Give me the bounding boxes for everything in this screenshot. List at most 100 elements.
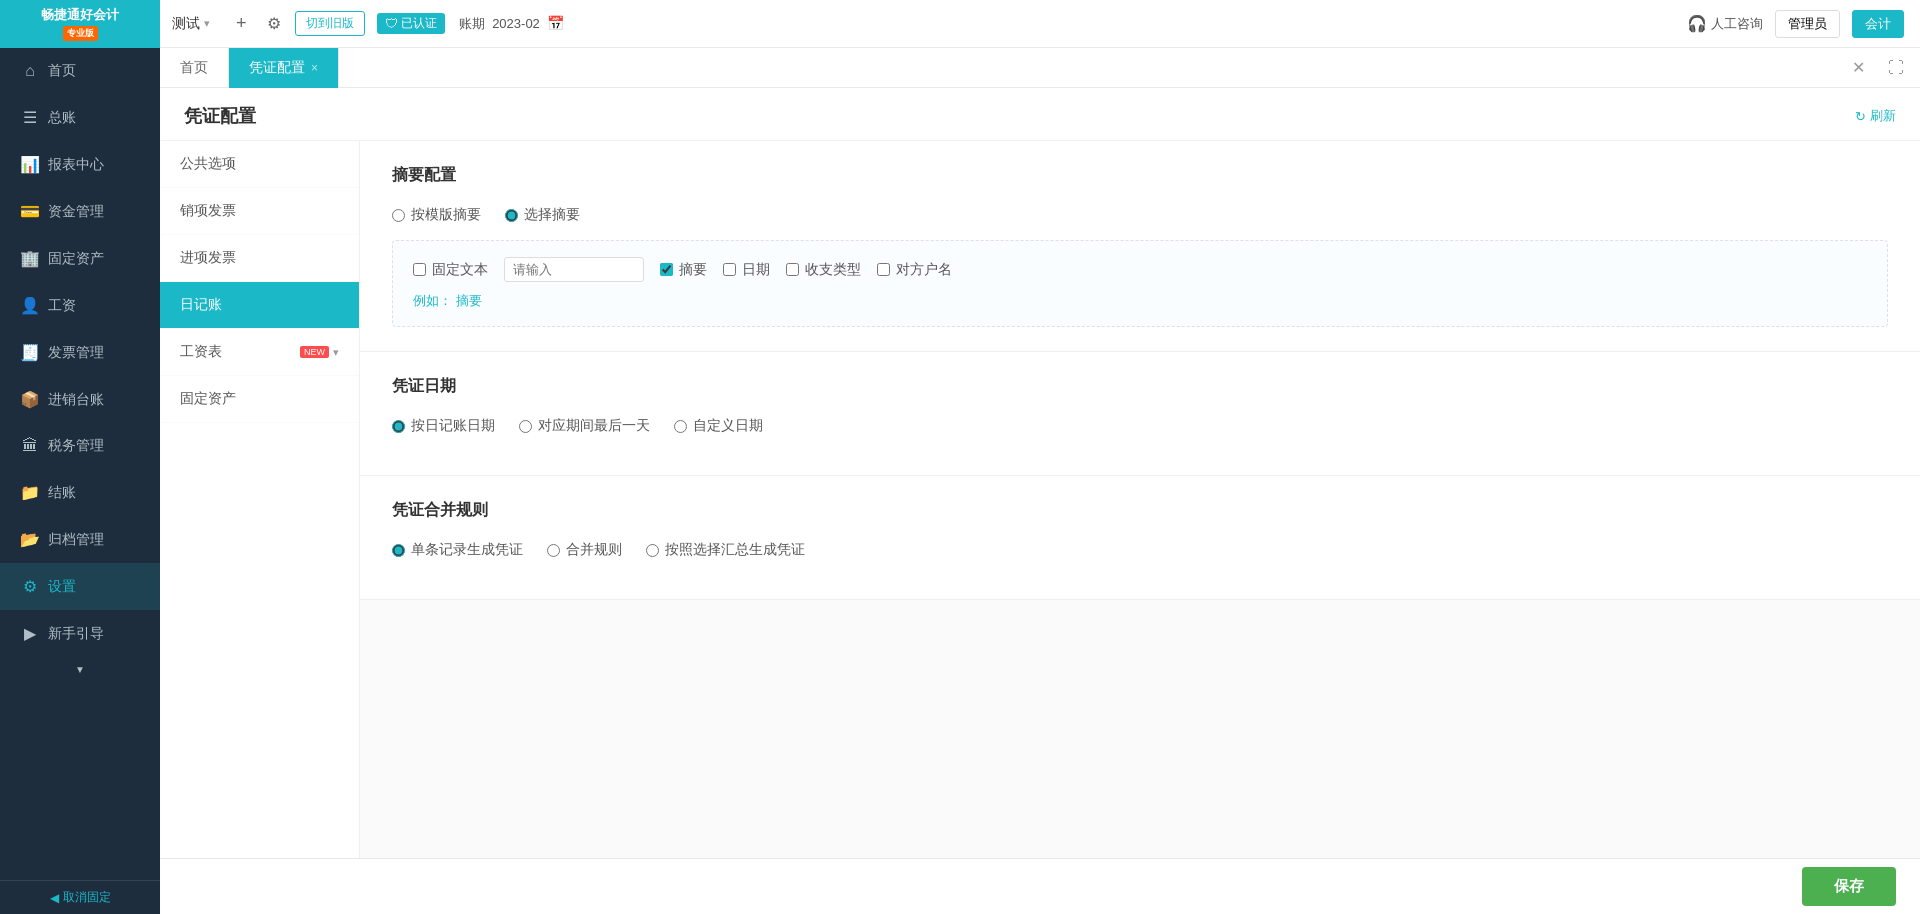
sidebar-scroll-down[interactable]: ▼ [0,657,160,681]
fixed-text-checkbox[interactable] [413,263,426,276]
save-button[interactable]: 保存 [1802,867,1896,906]
pin-sidebar-button[interactable]: ◀ 取消固定 [0,880,160,914]
journal-date-option[interactable]: 按日记账日期 [392,417,495,435]
custom-date-option[interactable]: 自定义日期 [674,417,763,435]
journal-date-radio[interactable] [392,420,405,433]
sidebar-item-guide[interactable]: ▶ 新手引导 [0,610,160,657]
summary-title: 摘要配置 [392,165,1888,186]
tab-home-label: 首页 [180,59,208,77]
sidebar-item-sales[interactable]: 📦 进销台账 [0,376,160,423]
bottom-bar: 保存 [160,858,1920,914]
counterparty-check-span: 对方户名 [896,261,952,279]
page-content: 凭证配置 ↻ 刷新 公共选项 销项发票 进项发票 日记账 工资表 [160,88,1920,858]
refresh-button[interactable]: ↻ 刷新 [1855,107,1896,125]
close-panel-button[interactable]: ✕ [1842,52,1874,84]
paytype-checkbox[interactable] [786,263,799,276]
sidebar-label-report: 报表中心 [48,156,104,174]
add-button[interactable]: + [230,9,253,38]
left-nav: 公共选项 销项发票 进项发票 日记账 工资表 NEW ▾ 固定资产 [160,141,360,858]
settings-icon[interactable]: ⚙ [261,10,287,37]
tab-home[interactable]: 首页 [160,48,229,88]
fixed-asset-icon: 🏢 [20,249,40,268]
tab-close-icon[interactable]: × [311,61,318,75]
tab-voucher-config[interactable]: 凭证配置 × [229,48,339,88]
tab-active-label: 凭证配置 [249,59,305,77]
company-selector[interactable]: 测试 ▾ [172,15,210,33]
single-record-label: 单条记录生成凭证 [411,541,523,559]
sidebar-item-invoice[interactable]: 🧾 发票管理 [0,329,160,376]
calendar-icon[interactable]: 📅 [547,15,564,31]
period-label: 账期 2023-02 📅 [459,15,565,33]
sidebar-label-closing: 结账 [48,484,76,502]
left-nav-fixed-assets[interactable]: 固定资产 [160,376,359,423]
consult-button[interactable]: 🎧 人工咨询 [1687,14,1763,33]
sidebar-label-capital: 资金管理 [48,203,104,221]
summary-check-label[interactable]: 摘要 [660,261,707,279]
sidebar-item-settings[interactable]: ⚙ 设置 [0,563,160,610]
select-merge-radio[interactable] [646,544,659,557]
single-record-option[interactable]: 单条记录生成凭证 [392,541,523,559]
page-title: 凭证配置 [184,104,256,128]
custom-date-radio[interactable] [674,420,687,433]
sidebar-label-archive: 归档管理 [48,531,104,549]
sidebar-label-home: 首页 [48,62,76,80]
fixed-text-check-label[interactable]: 固定文本 [413,261,488,279]
top-right-area: 🎧 人工咨询 管理员 会计 [1687,10,1904,38]
period-last-radio[interactable] [519,420,532,433]
date-checkbox[interactable] [723,263,736,276]
logo-edition: 专业版 [63,26,98,41]
sidebar-item-report[interactable]: 📊 报表中心 [0,141,160,188]
sidebar-item-fixed-asset[interactable]: 🏢 固定资产 [0,235,160,282]
capital-icon: 💳 [20,202,40,221]
expand-panel-button[interactable]: ⛶ [1880,52,1912,84]
select-summary-option[interactable]: 选择摘要 [505,206,580,224]
accountant-button[interactable]: 会计 [1852,10,1904,38]
period-last-option[interactable]: 对应期间最后一天 [519,417,650,435]
summary-check-span: 摘要 [679,261,707,279]
page-header: 凭证配置 ↻ 刷新 [160,88,1920,141]
tab-controls: ✕ ⛶ [1842,52,1920,84]
sidebar-item-archive[interactable]: 📂 归档管理 [0,516,160,563]
counterparty-checkbox[interactable] [877,263,890,276]
switch-version-button[interactable]: 切到旧版 [295,11,365,36]
fixed-text-input[interactable] [504,257,644,282]
content-area: 首页 凭证配置 × ✕ ⛶ 凭证配置 ↻ 刷新 [160,48,1920,914]
sidebar-item-home[interactable]: ⌂ 首页 [0,48,160,94]
sidebar-item-salary[interactable]: 👤 工资 [0,282,160,329]
summary-checkbox[interactable] [660,263,673,276]
summary-detail-row: 固定文本 摘要 日期 [413,257,1867,282]
date-title: 凭证日期 [392,376,1888,397]
merge-radio-group: 单条记录生成凭证 合并规则 按照选择汇总生成凭证 [392,541,1888,559]
left-nav-purchase-invoice[interactable]: 进项发票 [160,235,359,282]
sidebar-item-capital[interactable]: 💳 资金管理 [0,188,160,235]
sidebar-item-ledger[interactable]: ☰ 总账 [0,94,160,141]
date-section: 凭证日期 按日记账日期 对应期间最后一天 [360,352,1920,476]
sidebar-label-invoice: 发票管理 [48,344,104,362]
merge-rule-radio[interactable] [547,544,560,557]
left-nav-public[interactable]: 公共选项 [160,141,359,188]
date-check-label[interactable]: 日期 [723,261,770,279]
select-merge-option[interactable]: 按照选择汇总生成凭证 [646,541,805,559]
select-summary-radio[interactable] [505,209,518,222]
verified-label: 已认证 [401,15,437,32]
template-summary-radio[interactable] [392,209,405,222]
counterparty-check-label[interactable]: 对方户名 [877,261,952,279]
admin-button[interactable]: 管理员 [1775,10,1840,38]
template-summary-option[interactable]: 按模版摘要 [392,206,481,224]
headset-icon: 🎧 [1687,14,1707,33]
sales-icon: 📦 [20,390,40,409]
single-record-radio[interactable] [392,544,405,557]
left-nav-payroll[interactable]: 工资表 NEW ▾ [160,329,359,376]
paytype-check-label[interactable]: 收支类型 [786,261,861,279]
merge-rule-option[interactable]: 合并规则 [547,541,622,559]
left-nav-sales-invoice[interactable]: 销项发票 [160,188,359,235]
scroll-down-icon: ▼ [75,664,85,675]
left-nav-journal[interactable]: 日记账 [160,282,359,329]
period-last-label: 对应期间最后一天 [538,417,650,435]
report-icon: 📊 [20,155,40,174]
verified-badge: 🛡 已认证 账期 2023-02 📅 [377,13,565,34]
sidebar-item-tax[interactable]: 🏛 税务管理 [0,423,160,469]
sidebar-item-closing[interactable]: 📁 结账 [0,469,160,516]
two-panel: 公共选项 销项发票 进项发票 日记账 工资表 NEW ▾ 固定资产 [160,141,1920,858]
app-logo: 畅捷通好会计 专业版 [0,0,160,48]
